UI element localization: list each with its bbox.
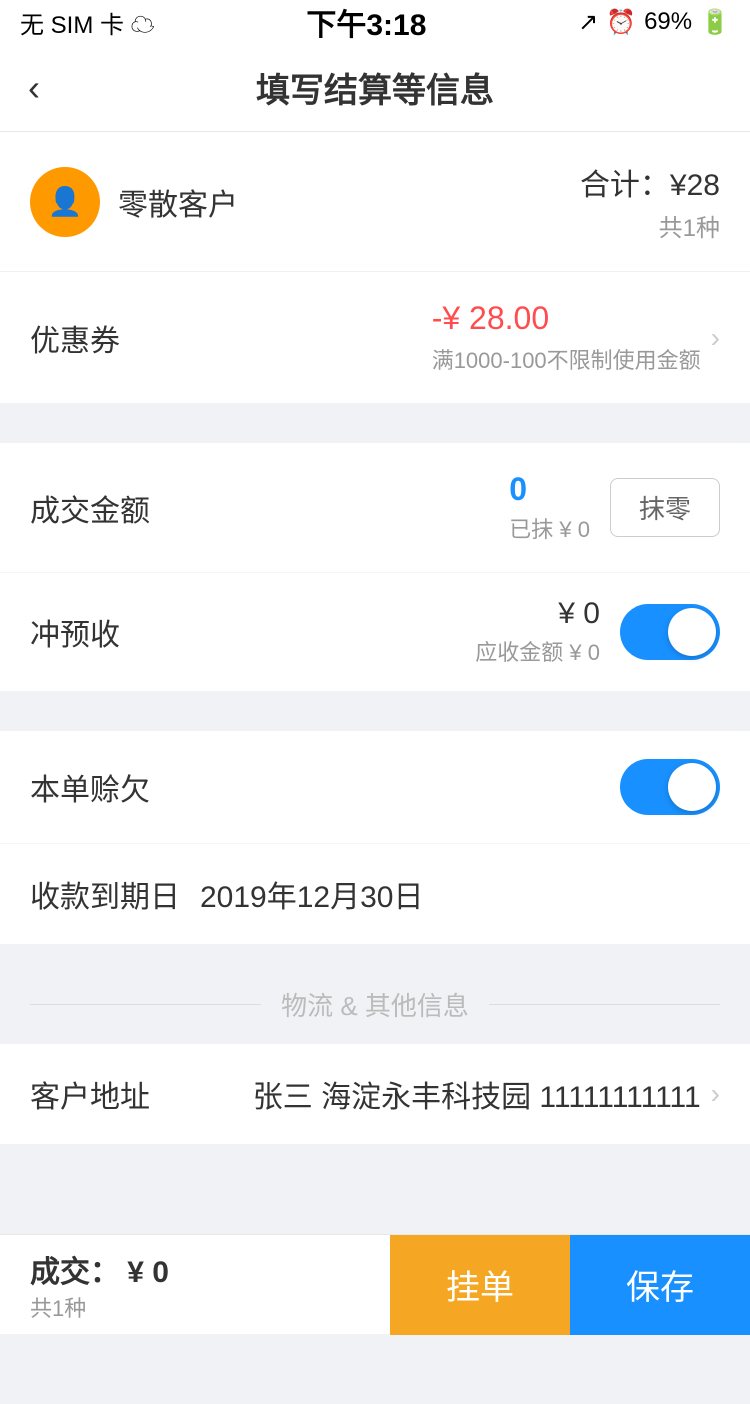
battery-label: 69% [644, 8, 692, 36]
back-button[interactable]: ‹ [28, 67, 40, 109]
round-off-button[interactable]: 抹零 [610, 478, 720, 537]
location-icon: ↗ [578, 8, 598, 37]
sim-label: 无 SIM 卡 ☁ [20, 5, 155, 40]
customer-right: 合计：¥28 共1种 [580, 160, 720, 243]
pending-button[interactable]: 挂单 [390, 1235, 570, 1335]
prepay-amounts: ¥ 0 应收金额 ¥ 0 [475, 597, 600, 667]
prepay-sub: 应收金额 ¥ 0 [475, 635, 600, 667]
divider-2 [0, 711, 750, 731]
transaction-right: 0 已抹 ¥ 0 抹零 [509, 471, 720, 544]
transaction-value: 0 [509, 471, 590, 508]
address-row[interactable]: 客户地址 张三 海淀永丰科技园 11111111111 › [0, 1044, 750, 1144]
customer-name: 零散客户 [118, 180, 238, 224]
address-section: 客户地址 张三 海淀永丰科技园 11111111111 › [0, 1044, 750, 1144]
transaction-section: 成交金额 0 已抹 ¥ 0 抹零 冲预收 ¥ 0 应收金额 ¥ 0 [0, 443, 750, 691]
customer-row: 👤 零散客户 合计：¥28 共1种 [0, 132, 750, 271]
status-time: 下午3:18 [306, 0, 426, 44]
address-right: 张三 海淀永丰科技园 11111111111 › [253, 1072, 720, 1116]
status-left: 无 SIM 卡 ☁ [20, 5, 155, 40]
deal-amount: ¥ 0 [127, 1256, 169, 1289]
chevron-right-icon: › [711, 322, 720, 354]
coupon-label: 优惠券 [30, 316, 120, 360]
debt-row: 本单赊欠 [0, 731, 750, 843]
status-right: ↗ ⏰ 69% 🔋 [578, 8, 730, 37]
bottom-info: 成交： ¥ 0 共1种 [0, 1247, 390, 1323]
debt-label: 本单赊欠 [30, 765, 150, 809]
debt-toggle-knob [668, 763, 716, 811]
customer-section: 👤 零散客户 合计：¥28 共1种 优惠券 -¥ 28.00 满1000-100… [0, 132, 750, 403]
bottom-deal: 成交： ¥ 0 [30, 1247, 360, 1291]
customer-left: 👤 零散客户 [30, 167, 238, 237]
transaction-info: 0 已抹 ¥ 0 [509, 471, 590, 544]
debt-toggle[interactable] [620, 759, 720, 815]
coupon-right: -¥ 28.00 满1000-100不限制使用金额 › [432, 300, 720, 375]
address-label: 客户地址 [30, 1072, 150, 1116]
coupon-amount: -¥ 28.00 [432, 300, 701, 337]
page-title: 填写结算等信息 [256, 63, 494, 112]
avatar: 👤 [30, 167, 100, 237]
bottom-count: 共1种 [30, 1291, 360, 1323]
save-button[interactable]: 保存 [570, 1235, 750, 1335]
total-amount: 合计：¥28 [580, 160, 720, 204]
address-chevron-icon: › [711, 1078, 720, 1110]
coupon-desc: 满1000-100不限制使用金额 [432, 343, 701, 375]
deal-label: 成交： [30, 1256, 120, 1289]
prepay-row: 冲预收 ¥ 0 应收金额 ¥ 0 [0, 573, 750, 691]
avatar-icon: 👤 [48, 185, 83, 218]
bottom-bar: 成交： ¥ 0 共1种 挂单 保存 [0, 1234, 750, 1334]
divider-1 [0, 423, 750, 443]
nav-bar: ‹ 填写结算等信息 [0, 44, 750, 132]
due-date-value: 2019年12月30日 [200, 872, 423, 916]
address-value: 张三 海淀永丰科技园 11111111111 [253, 1072, 701, 1116]
transaction-label: 成交金额 [30, 486, 150, 530]
due-date-row: 收款到期日 2019年12月30日 [0, 843, 750, 944]
prepay-toggle[interactable] [620, 604, 720, 660]
debt-section: 本单赊欠 收款到期日 2019年12月30日 [0, 731, 750, 944]
logistics-label: 物流 & 其他信息 [261, 986, 489, 1023]
transaction-sub: 已抹 ¥ 0 [509, 512, 590, 544]
prepay-right: ¥ 0 应收金额 ¥ 0 [475, 597, 720, 667]
prepay-label: 冲预收 [30, 610, 120, 654]
coupon-info: -¥ 28.00 满1000-100不限制使用金额 [432, 300, 701, 375]
logistics-section: 物流 & 其他信息 [0, 964, 750, 1044]
coupon-row[interactable]: 优惠券 -¥ 28.00 满1000-100不限制使用金额 › [0, 271, 750, 403]
total-count: 共1种 [580, 208, 720, 243]
due-date-label: 收款到期日 [30, 872, 180, 916]
battery-icon: 🔋 [700, 8, 730, 37]
status-bar: 无 SIM 卡 ☁ 下午3:18 ↗ ⏰ 69% 🔋 [0, 0, 750, 44]
toggle-knob [668, 608, 716, 656]
transaction-row: 成交金额 0 已抹 ¥ 0 抹零 [0, 443, 750, 573]
alarm-icon: ⏰ [606, 8, 636, 37]
prepay-amount: ¥ 0 [475, 597, 600, 631]
